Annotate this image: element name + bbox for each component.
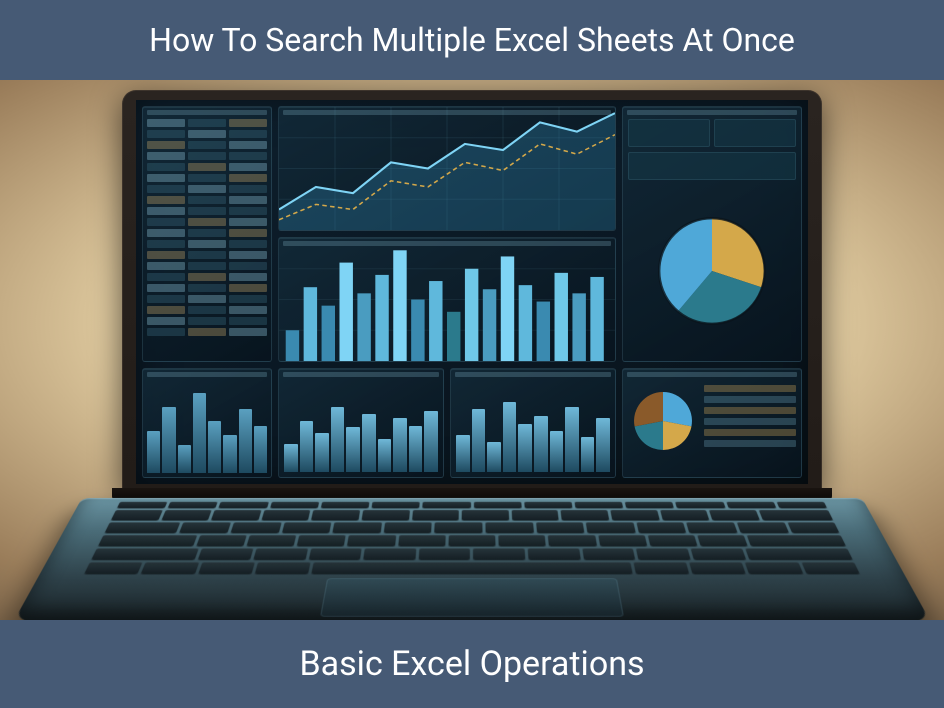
trackpad bbox=[320, 578, 624, 616]
mini-chart bbox=[628, 119, 710, 147]
legend bbox=[704, 381, 796, 472]
pie-chart-icon bbox=[652, 211, 772, 331]
small-bar-chart-panel bbox=[142, 368, 272, 478]
category-label: Basic Excel Operations bbox=[299, 644, 644, 684]
mini-chart bbox=[714, 119, 796, 147]
keyboard bbox=[84, 502, 859, 574]
pie-chart-panel-bottom bbox=[622, 368, 802, 478]
pie-chart-icon bbox=[630, 388, 696, 454]
line-chart-panel bbox=[278, 106, 616, 231]
hero-illustration bbox=[0, 80, 944, 620]
laptop-keyboard-deck bbox=[14, 498, 930, 620]
page-title: How To Search Multiple Excel Sheets At O… bbox=[149, 21, 795, 59]
laptop-screen bbox=[136, 100, 808, 484]
small-bar-chart bbox=[278, 368, 444, 478]
bar-chart-icon bbox=[279, 238, 615, 361]
mini-chart bbox=[628, 152, 796, 180]
data-list-panel bbox=[142, 106, 272, 362]
small-bar-chart bbox=[450, 368, 616, 478]
title-banner: How To Search Multiple Excel Sheets At O… bbox=[0, 0, 944, 80]
laptop-screen-bezel bbox=[122, 90, 822, 490]
bar-chart-panel bbox=[278, 237, 616, 362]
small-bar-charts-row bbox=[278, 368, 616, 478]
laptop-illustration bbox=[82, 90, 862, 620]
line-chart-icon bbox=[279, 107, 615, 230]
pie-chart-panel-top bbox=[622, 106, 802, 362]
footer-banner: Basic Excel Operations bbox=[0, 620, 944, 708]
